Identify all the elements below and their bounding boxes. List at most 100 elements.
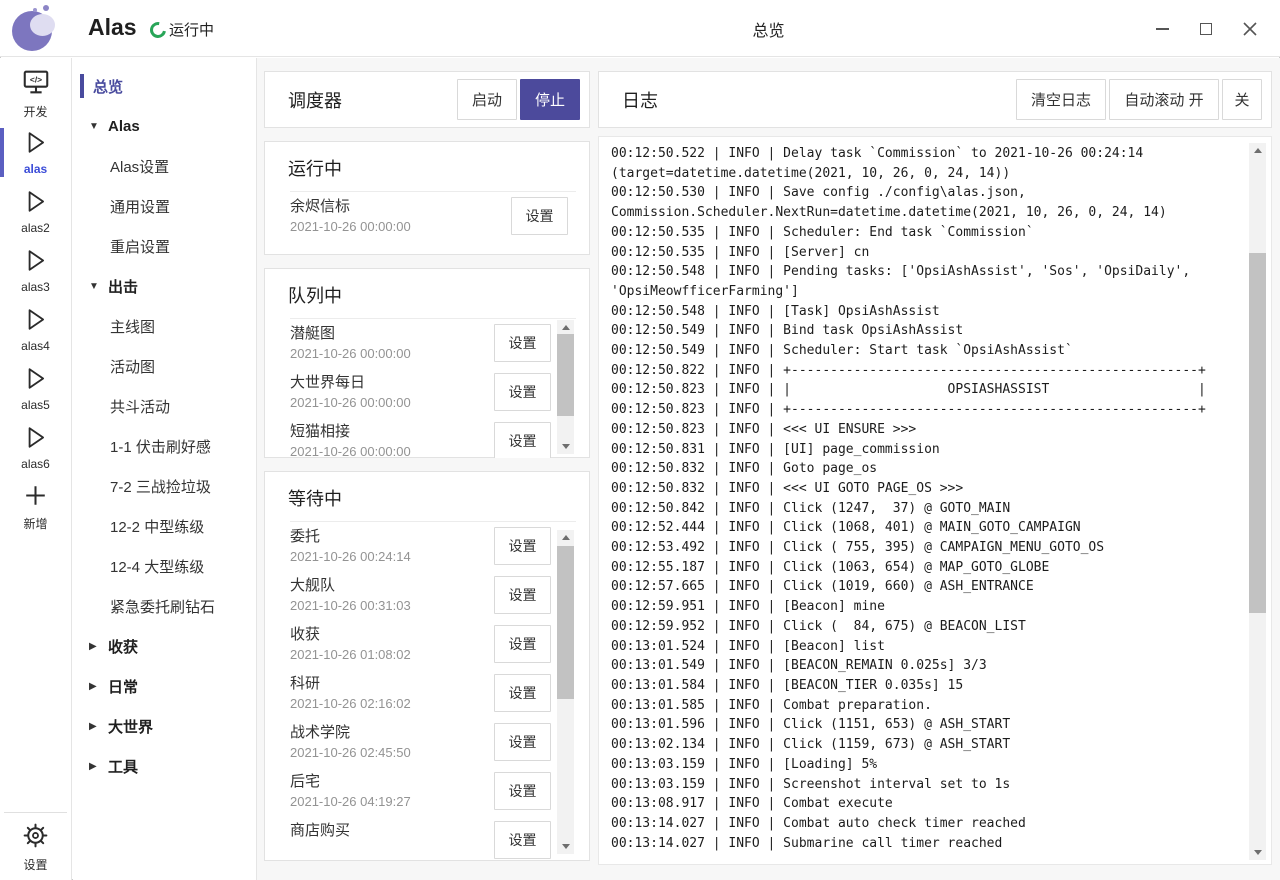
log-line: 00:12:50.832 | INFO | <<< UI GOTO PAGE_O… [611,479,1243,499]
rail-item-alas4[interactable]: alas4 [0,300,71,359]
window-controls [1140,0,1272,57]
running-panel: 运行中 余烬信标2021-10-26 00:00:00设置 [264,141,590,255]
scroll-up-icon[interactable] [557,320,574,335]
menu-label: Alas [108,118,140,135]
waiting-title: 等待中 [265,472,589,521]
menu-group-tool-group[interactable]: ▶工具 [73,746,256,786]
log-text: 00:12:50.522 | INFO | Delay task `Commis… [611,144,1243,860]
code-monitor-icon: </> [21,67,51,102]
play-icon [22,129,49,161]
rail-item-label: 设置 [23,856,47,873]
scroll-down-icon[interactable] [557,839,574,854]
menu-label: 活动图 [110,356,155,377]
menu-group-reward-group[interactable]: ▶收获 [73,626,256,666]
autoscroll-on-button[interactable]: 自动滚动 开 [1109,79,1219,120]
menu-item-main-map[interactable]: 主线图 [73,306,256,346]
rail-item-alas[interactable]: alas [0,123,71,182]
play-icon [22,365,49,397]
active-indicator [0,128,4,177]
task-row: 战术学院2021-10-26 02:45:50设置 [265,718,589,767]
waiting-task-list: 委托2021-10-26 00:24:14设置大舰队2021-10-26 00:… [265,522,589,860]
rail-item-dev[interactable]: </>开发 [0,64,71,123]
pending-panel: 队列中 潜艇图2021-10-26 00:00:00设置大世界每日2021-10… [264,268,590,458]
rail-item-label: alas3 [21,280,50,294]
log-panel: 00:12:50.522 | INFO | Delay task `Commis… [598,136,1272,865]
log-line: 00:13:01.596 | INFO | Click (1151, 653) … [611,715,1243,735]
stop-button[interactable]: 停止 [520,79,580,120]
menu-group-alas-group[interactable]: ▼Alas [73,106,256,146]
rail-item-alas3[interactable]: alas3 [0,241,71,300]
menu-item-general-settings[interactable]: 通用设置 [73,186,256,226]
task-setting-button[interactable]: 设置 [494,527,551,565]
menu-label: 主线图 [110,316,155,337]
rail-item-label: alas4 [21,339,50,353]
task-setting-button[interactable]: 设置 [494,576,551,614]
task-setting-button[interactable]: 设置 [494,422,551,458]
scrollbar-thumb[interactable] [557,546,574,699]
log-line: 00:13:14.027 | INFO | Combat auto check … [611,814,1243,834]
menu-label: 共斗活动 [110,396,170,417]
task-setting-button[interactable]: 设置 [494,373,551,411]
maximize-icon [1200,23,1212,35]
autoscroll-off-button[interactable]: 关 [1222,79,1262,120]
close-icon [1243,22,1257,36]
rail-item-label: alas [24,162,47,176]
menu-item-event-map[interactable]: 活动图 [73,346,256,386]
menu-item-overview[interactable]: 总览 [73,66,256,106]
running-title: 运行中 [265,142,589,191]
scroll-down-icon[interactable] [1249,845,1266,860]
task-setting-button[interactable]: 设置 [494,625,551,663]
main-content: 调度器 启动 停止 运行中 余烬信标2021-10-26 00:00:00设置 … [257,58,1280,880]
menu-item-alas-settings[interactable]: Alas设置 [73,146,256,186]
task-setting-button[interactable]: 设置 [494,324,551,362]
log-line: 00:12:52.444 | INFO | Click (1068, 401) … [611,518,1243,538]
close-button[interactable] [1228,9,1272,49]
task-row: 委托2021-10-26 00:24:14设置 [265,522,589,571]
maximize-button[interactable] [1184,9,1228,49]
scroll-up-icon[interactable] [1249,143,1266,158]
play-icon [22,247,49,279]
scrollbar-thumb[interactable] [1249,253,1266,613]
chevron-right-icon: ▶ [89,721,100,732]
rail-item-alas6[interactable]: alas6 [0,418,71,477]
plus-icon [22,482,49,514]
minimize-button[interactable] [1140,9,1184,49]
task-row: 收获2021-10-26 01:08:02设置 [265,620,589,669]
clear-log-button[interactable]: 清空日志 [1016,79,1106,120]
menu-label: 总览 [93,76,123,97]
menu-item-raid[interactable]: 共斗活动 [73,386,256,426]
menu-item-c124[interactable]: 12-4 大型练级 [73,546,256,586]
log-line: 00:12:59.952 | INFO | Click ( 84, 675) @… [611,617,1243,637]
log-line: 00:13:01.549 | INFO | [BEACON_REMAIN 0.0… [611,656,1243,676]
chevron-right-icon: ▶ [89,641,100,652]
task-setting-button[interactable]: 设置 [494,821,551,859]
scrollbar-thumb[interactable] [557,334,574,416]
pending-scrollbar[interactable] [557,320,574,454]
rail-item-add[interactable]: 新增 [0,477,71,536]
task-setting-button[interactable]: 设置 [494,772,551,810]
rail-item-label: alas6 [21,457,50,471]
scroll-down-icon[interactable] [557,439,574,454]
task-setting-button[interactable]: 设置 [494,674,551,712]
minimize-icon [1156,28,1169,30]
menu-item-restart-settings[interactable]: 重启设置 [73,226,256,266]
rail-item-alas2[interactable]: alas2 [0,182,71,241]
rail-item-alas5[interactable]: alas5 [0,359,71,418]
task-setting-button[interactable]: 设置 [494,723,551,761]
task-setting-button[interactable]: 设置 [511,197,568,235]
active-indicator [80,74,84,98]
menu-item-gems[interactable]: 紧急委托刷钻石 [73,586,256,626]
menu-item-c11[interactable]: 1-1 伏击刷好感 [73,426,256,466]
menu-group-sortie-group[interactable]: ▼出击 [73,266,256,306]
rail-item-settings[interactable]: 设置 [0,817,71,876]
start-button[interactable]: 启动 [457,79,517,120]
menu-group-opsi-group[interactable]: ▶大世界 [73,706,256,746]
menu-item-c122[interactable]: 12-2 中型练级 [73,506,256,546]
svg-text:</>: </> [29,74,41,84]
waiting-scrollbar[interactable] [557,530,574,854]
log-scrollbar[interactable] [1249,143,1266,860]
log-line: 00:12:50.823 | INFO | <<< UI ENSURE >>> [611,420,1243,440]
menu-group-daily-group[interactable]: ▶日常 [73,666,256,706]
scroll-up-icon[interactable] [557,530,574,545]
menu-item-c72[interactable]: 7-2 三战捡垃圾 [73,466,256,506]
